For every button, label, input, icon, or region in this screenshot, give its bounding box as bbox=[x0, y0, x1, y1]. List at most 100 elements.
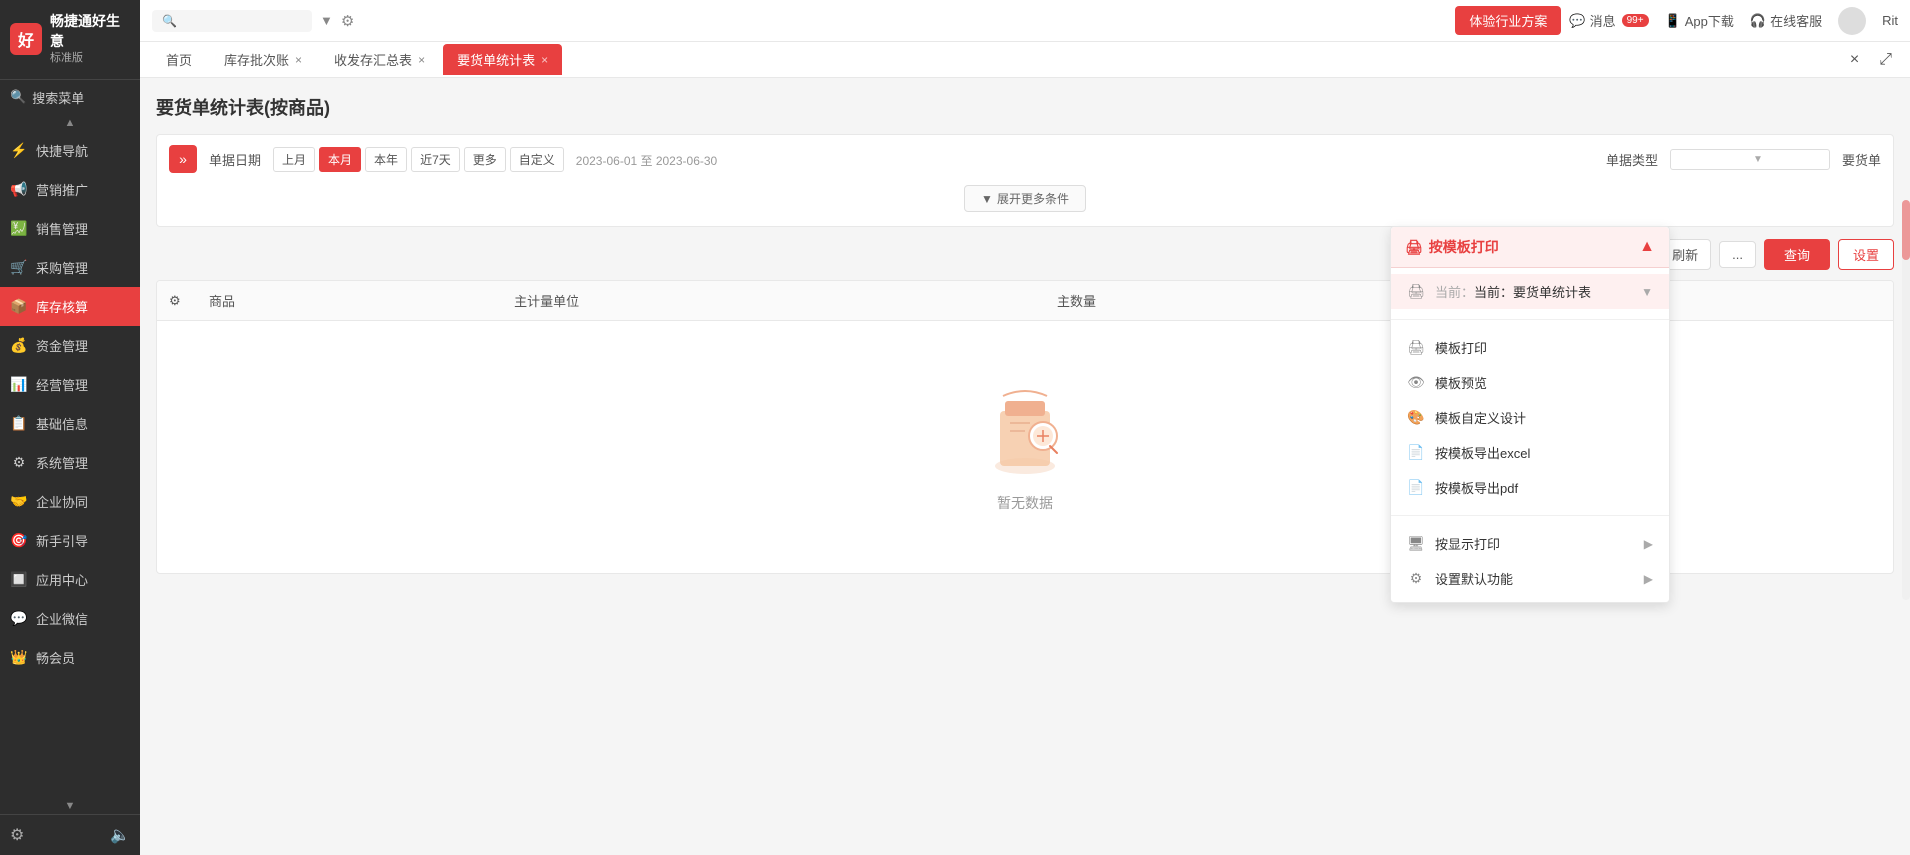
topbar-gear-icon[interactable]: ⚙ bbox=[341, 12, 354, 30]
logo-text: 畅捷通好生意 标准版 bbox=[50, 12, 130, 67]
col-unit: 主计量单位 bbox=[502, 281, 1045, 321]
set-default-icon: ⚙ bbox=[1407, 570, 1425, 587]
system-icon: ⚙ bbox=[10, 454, 28, 471]
app-download-item[interactable]: 📱 App下载 bbox=[1665, 11, 1734, 30]
column-settings-icon[interactable]: ⚙ bbox=[169, 293, 181, 308]
tab-expand-btn[interactable]: ⤢ bbox=[1873, 49, 1898, 71]
dropdown-item-template-print[interactable]: 🖨 模板打印 bbox=[1391, 330, 1669, 365]
current-item-icon: 🖨 bbox=[1407, 283, 1425, 300]
messages-label: 消息 bbox=[1590, 11, 1616, 30]
date-btn-last-month[interactable]: 上月 bbox=[273, 147, 315, 172]
template-design-icon: 🎨 bbox=[1407, 409, 1425, 426]
topbar-dropdown-arrow[interactable]: ▼ bbox=[320, 13, 333, 28]
current-prefix: 当前： bbox=[1435, 285, 1474, 300]
sidebar-item-label: 资金管理 bbox=[36, 336, 88, 355]
sidebar-item-wechat[interactable]: 💬 企业微信 bbox=[0, 599, 140, 638]
tab-order-stats-close[interactable]: × bbox=[541, 53, 548, 67]
sidebar-item-purchase[interactable]: 🛒 采购管理 bbox=[0, 248, 140, 287]
dropdown-item-current[interactable]: 🖨 当前：当前：要货单统计表 ▼ bbox=[1391, 274, 1669, 309]
sidebar-item-label: 采购管理 bbox=[36, 258, 88, 277]
date-range-display: 2023-06-01 至 2023-06-30 bbox=[576, 152, 717, 169]
expand-conditions-btn[interactable]: ▼ 展开更多条件 bbox=[964, 185, 1086, 212]
username-label: Rit bbox=[1882, 13, 1898, 28]
date-btn-this-month[interactable]: 本月 bbox=[319, 147, 361, 172]
sidebar-item-inventory[interactable]: 📦 库存核算 bbox=[0, 287, 140, 326]
topbar: 🔍 ▼ ⚙ 体验行业方案 💬 消息 99+ 📱 App下载 🎧 在线客服 Rit bbox=[140, 0, 1910, 42]
current-label: 当前：当前：要货单统计表 bbox=[1435, 282, 1631, 301]
date-btn-custom[interactable]: 自定义 bbox=[510, 147, 564, 172]
chevron-down-icon: ▼ bbox=[1753, 154, 1821, 165]
date-btn-7days[interactable]: 近7天 bbox=[411, 147, 460, 172]
sidebar-item-quick-nav[interactable]: ⚡ 快捷导航 bbox=[0, 131, 140, 170]
print-dropdown-title: 🖨 按模板打印 bbox=[1405, 237, 1499, 257]
template-print-label: 模板打印 bbox=[1435, 338, 1653, 357]
tab-close-all-btn[interactable]: × bbox=[1844, 49, 1865, 71]
date-btn-more[interactable]: 更多 bbox=[464, 147, 506, 172]
sidebar-item-system[interactable]: ⚙ 系统管理 bbox=[0, 443, 140, 482]
bill-type-select[interactable]: ▼ bbox=[1670, 149, 1830, 170]
dropdown-item-template-design[interactable]: 🎨 模板自定义设计 bbox=[1391, 400, 1669, 435]
right-scrollbar[interactable] bbox=[1902, 200, 1910, 600]
tab-order-stats[interactable]: 要货单统计表 × bbox=[443, 44, 562, 75]
sidebar-search[interactable]: 🔍 搜索菜单 bbox=[0, 80, 140, 115]
settings-footer-icon[interactable]: ⚙ bbox=[10, 825, 24, 845]
sidebar-item-marketing[interactable]: 📢 营销推广 bbox=[0, 170, 140, 209]
audio-footer-icon[interactable]: 🔈 bbox=[110, 825, 130, 845]
sidebar-item-sales[interactable]: 💹 销售管理 bbox=[0, 209, 140, 248]
settings-btn[interactable]: 设置 bbox=[1838, 239, 1894, 270]
tab-inventory-batch-close[interactable]: × bbox=[295, 53, 302, 67]
dropdown-item-display-print[interactable]: 🖥 按显示打印 ▶ bbox=[1391, 526, 1669, 561]
tab-inventory-batch[interactable]: 库存批次账 × bbox=[210, 44, 316, 75]
dropdown-section-items: 🖨 模板打印 👁 模板预览 🎨 模板自定义设计 📄 按模板导出excel 📄 bbox=[1391, 324, 1669, 511]
tabs-bar: 首页 库存批次账 × 收发存汇总表 × 要货单统计表 × × ⤢ bbox=[140, 42, 1910, 78]
apps-icon: 🔲 bbox=[10, 571, 28, 588]
template-excel-icon: 📄 bbox=[1407, 444, 1425, 461]
sidebar-item-basic[interactable]: 📋 基础信息 bbox=[0, 404, 140, 443]
sidebar-nav: ⚡ 快捷导航 📢 营销推广 💹 销售管理 🛒 采购管理 📦 库存核算 💰 资金管… bbox=[0, 131, 140, 798]
more-btn[interactable]: ... bbox=[1719, 241, 1756, 268]
date-range-container: 2023-06-01 至 2023-06-30 bbox=[576, 150, 717, 169]
sidebar-item-label: 新手引导 bbox=[36, 531, 88, 550]
sidebar-item-finance[interactable]: 💰 资金管理 bbox=[0, 326, 140, 365]
tab-payment-summary-close[interactable]: × bbox=[418, 53, 425, 67]
messages-item[interactable]: 💬 消息 99+ bbox=[1569, 11, 1648, 30]
dropdown-divider-2 bbox=[1391, 515, 1669, 516]
date-btn-this-year[interactable]: 本年 bbox=[365, 147, 407, 172]
tab-home[interactable]: 首页 bbox=[152, 44, 206, 75]
sidebar-item-cooperation[interactable]: 🤝 企业协同 bbox=[0, 482, 140, 521]
scroll-down-arrow[interactable]: ▼ bbox=[0, 798, 140, 814]
print-dropdown-header: 🖨 按模板打印 ▲ bbox=[1391, 227, 1669, 268]
date-btns: 上月 本月 本年 近7天 更多 自定义 bbox=[273, 147, 564, 172]
sidebar-item-guide[interactable]: 🎯 新手引导 bbox=[0, 521, 140, 560]
bill-type-label: 单据类型 bbox=[1606, 150, 1658, 169]
filter-toggle-btn[interactable]: » bbox=[169, 145, 197, 173]
sidebar-item-operation[interactable]: 📊 经营管理 bbox=[0, 365, 140, 404]
member-icon: 👑 bbox=[10, 649, 28, 666]
print-dropdown-close-btn[interactable]: ▲ bbox=[1639, 238, 1655, 256]
dropdown-item-set-default[interactable]: ⚙ 设置默认功能 ▶ bbox=[1391, 561, 1669, 596]
refresh-btn-label: 刷新 bbox=[1672, 245, 1698, 264]
col-goods: 商品 bbox=[197, 281, 502, 321]
dropdown-item-template-excel[interactable]: 📄 按模板导出excel bbox=[1391, 435, 1669, 470]
industry-btn[interactable]: 体验行业方案 bbox=[1455, 6, 1561, 35]
app-icon: 📱 bbox=[1665, 13, 1681, 29]
sidebar-item-member[interactable]: 👑 畅会员 bbox=[0, 638, 140, 677]
online-service-item[interactable]: 🎧 在线客服 bbox=[1750, 11, 1822, 30]
scroll-up-arrow[interactable]: ▲ bbox=[0, 115, 140, 131]
query-btn[interactable]: 查询 bbox=[1764, 239, 1830, 270]
date-filter-label: 单据日期 bbox=[209, 150, 261, 169]
set-default-chevron-icon: ▶ bbox=[1644, 572, 1653, 586]
col-settings: ⚙ bbox=[157, 281, 197, 321]
empty-text: 暂无数据 bbox=[997, 493, 1053, 513]
tab-inventory-batch-label: 库存批次账 bbox=[224, 50, 289, 69]
service-icon: 🎧 bbox=[1750, 13, 1766, 29]
template-design-label: 模板自定义设计 bbox=[1435, 408, 1653, 427]
quick-nav-icon: ⚡ bbox=[10, 142, 28, 159]
app-download-label: App下载 bbox=[1685, 11, 1734, 30]
tab-payment-summary[interactable]: 收发存汇总表 × bbox=[320, 44, 439, 75]
dropdown-item-template-preview[interactable]: 👁 模板预览 bbox=[1391, 365, 1669, 400]
dropdown-item-template-pdf[interactable]: 📄 按模板导出pdf bbox=[1391, 470, 1669, 505]
sidebar-item-apps[interactable]: 🔲 应用中心 bbox=[0, 560, 140, 599]
topbar-search[interactable]: 🔍 bbox=[152, 10, 312, 32]
tabs-right: × ⤢ bbox=[1844, 49, 1898, 71]
